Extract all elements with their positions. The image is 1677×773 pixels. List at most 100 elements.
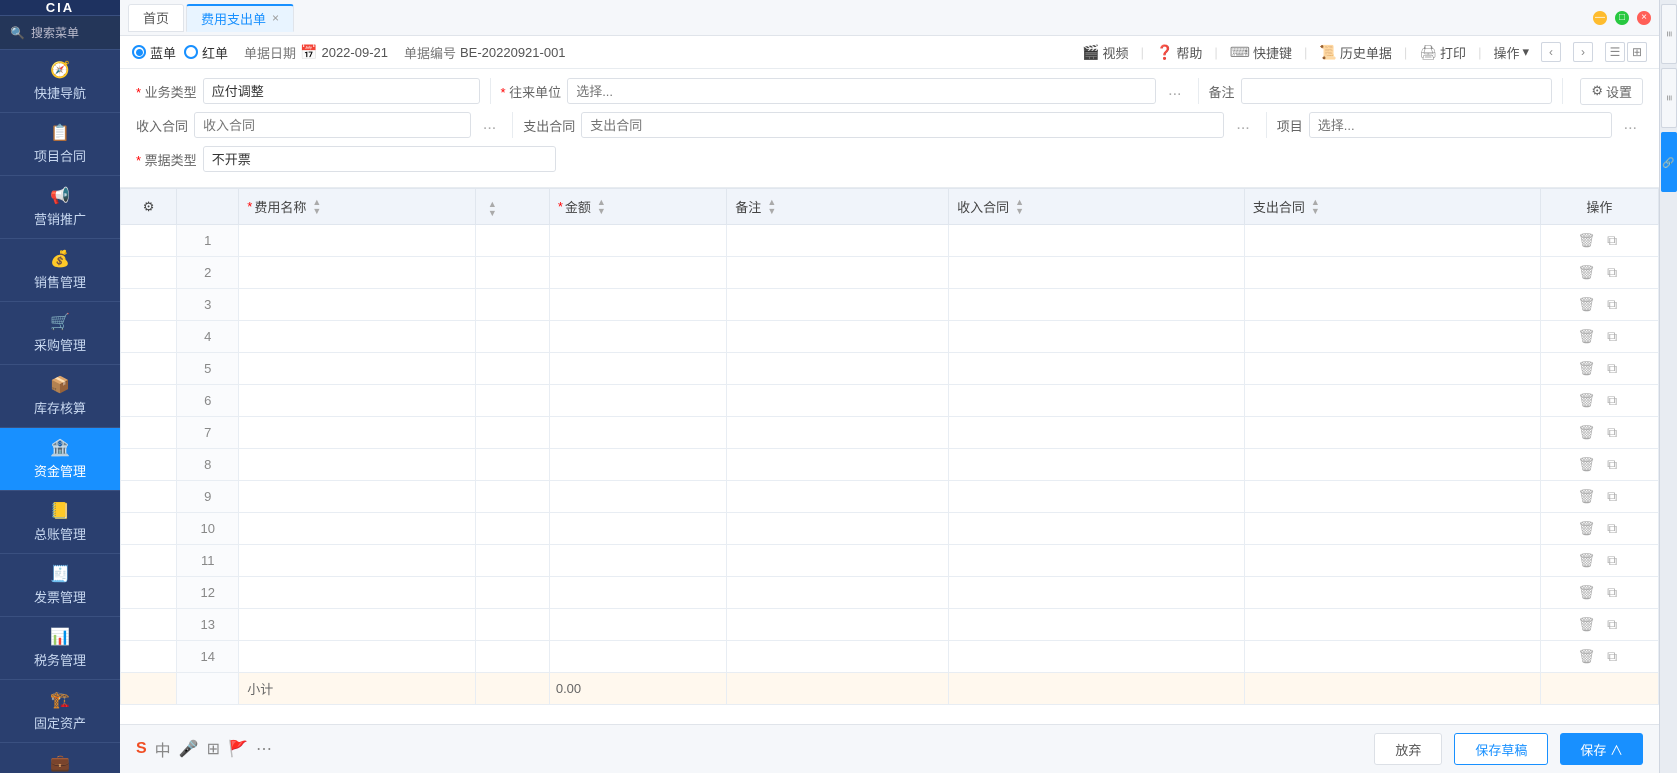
delete-row-icon[interactable]: 🗑: [1576, 518, 1598, 540]
row-expense-contract[interactable]: [1244, 225, 1540, 257]
table-row[interactable]: 12 🗑 ⧉: [121, 577, 1659, 609]
row-remark[interactable]: [727, 257, 949, 289]
row-expense-name[interactable]: [239, 449, 476, 481]
table-row[interactable]: 11 🗑 ⧉: [121, 545, 1659, 577]
row-remark[interactable]: [727, 353, 949, 385]
row-income-contract[interactable]: [949, 577, 1245, 609]
row-amount[interactable]: [549, 641, 726, 673]
row-expense-contract[interactable]: [1244, 449, 1540, 481]
row-amount[interactable]: [549, 545, 726, 577]
row-expense-name[interactable]: [239, 481, 476, 513]
right-tab-1[interactable]: ≡: [1661, 4, 1677, 64]
help-button[interactable]: ❓ 帮助: [1156, 43, 1202, 62]
delete-row-icon[interactable]: 🗑: [1576, 422, 1598, 444]
copy-row-icon[interactable]: ⧉: [1601, 230, 1623, 252]
mic-icon[interactable]: 🎤: [179, 739, 199, 759]
delete-row-icon[interactable]: 🗑: [1576, 486, 1598, 508]
row-expense-contract[interactable]: [1244, 257, 1540, 289]
partner-input[interactable]: [567, 78, 1156, 104]
list-view-button[interactable]: ☰: [1605, 42, 1625, 62]
right-tab-3[interactable]: 🔗: [1661, 132, 1677, 192]
grid-view-button[interactable]: ⊞: [1627, 42, 1647, 62]
col-sort-header[interactable]: ▲ ▼: [475, 189, 549, 225]
copy-row-icon[interactable]: ⧉: [1601, 422, 1623, 444]
row-expense-contract[interactable]: [1244, 417, 1540, 449]
row-expense-contract[interactable]: [1244, 481, 1540, 513]
row-remark[interactable]: [727, 545, 949, 577]
copy-row-icon[interactable]: ⧉: [1601, 486, 1623, 508]
row-remark[interactable]: [727, 481, 949, 513]
radio-blue-bill[interactable]: 蓝单: [132, 43, 176, 62]
delete-row-icon[interactable]: 🗑: [1576, 262, 1598, 284]
table-row[interactable]: 3 🗑 ⧉: [121, 289, 1659, 321]
row-amount[interactable]: [549, 449, 726, 481]
row-expense-contract[interactable]: [1244, 353, 1540, 385]
table-row[interactable]: 13 🗑 ⧉: [121, 609, 1659, 641]
row-expense-name[interactable]: [239, 641, 476, 673]
row-remark[interactable]: [727, 225, 949, 257]
row-amount[interactable]: [549, 577, 726, 609]
row-expense-name[interactable]: [239, 545, 476, 577]
copy-row-icon[interactable]: ⧉: [1601, 294, 1623, 316]
expense-contract-input[interactable]: [581, 112, 1224, 138]
col-income-contract-header[interactable]: 收入合同 ▲ ▼: [949, 189, 1245, 225]
sidebar-item-invoice[interactable]: 🧾 发票管理: [0, 554, 120, 617]
delete-row-icon[interactable]: 🗑: [1576, 614, 1598, 636]
row-remark[interactable]: [727, 417, 949, 449]
table-row[interactable]: 14 🗑 ⧉: [121, 641, 1659, 673]
project-dots-button[interactable]: ...: [1618, 116, 1643, 134]
delete-row-icon[interactable]: 🗑: [1576, 646, 1598, 668]
video-button[interactable]: 🎬 视频: [1082, 43, 1128, 62]
sidebar-item-fixed-assets[interactable]: 🏗️ 固定资产: [0, 680, 120, 743]
row-income-contract[interactable]: [949, 449, 1245, 481]
delete-row-icon[interactable]: 🗑: [1576, 550, 1598, 572]
col-settings-header[interactable]: ⚙: [121, 189, 177, 225]
business-type-select[interactable]: 应付调整: [203, 78, 480, 104]
row-expense-name[interactable]: [239, 513, 476, 545]
row-income-contract[interactable]: [949, 609, 1245, 641]
row-expense-name[interactable]: [239, 257, 476, 289]
sidebar-item-ledger[interactable]: 📒 总账管理: [0, 491, 120, 554]
delete-row-icon[interactable]: 🗑: [1576, 294, 1598, 316]
sidebar-search[interactable]: 🔍 搜索菜单: [0, 16, 120, 50]
table-row[interactable]: 2 🗑 ⧉: [121, 257, 1659, 289]
copy-row-icon[interactable]: ⧉: [1601, 390, 1623, 412]
copy-row-icon[interactable]: ⧉: [1601, 262, 1623, 284]
row-expense-name[interactable]: [239, 609, 476, 641]
copy-row-icon[interactable]: ⧉: [1601, 454, 1623, 476]
shortcut-button[interactable]: ⌨ 快捷键: [1230, 43, 1292, 62]
table-row[interactable]: 7 🗑 ⧉: [121, 417, 1659, 449]
table-row[interactable]: 10 🗑 ⧉: [121, 513, 1659, 545]
next-button[interactable]: ›: [1573, 42, 1593, 62]
row-income-contract[interactable]: [949, 353, 1245, 385]
flag-icon[interactable]: 🚩: [228, 739, 248, 759]
table-row[interactable]: 5 🗑 ⧉: [121, 353, 1659, 385]
col-expense-contract-header[interactable]: 支出合同 ▲ ▼: [1244, 189, 1540, 225]
table-row[interactable]: 4 🗑 ⧉: [121, 321, 1659, 353]
row-amount[interactable]: [549, 513, 726, 545]
delete-row-icon[interactable]: 🗑: [1576, 358, 1598, 380]
row-expense-contract[interactable]: [1244, 513, 1540, 545]
row-remark[interactable]: [727, 289, 949, 321]
radio-red-bill[interactable]: 红单: [184, 43, 228, 62]
row-income-contract[interactable]: [949, 481, 1245, 513]
table-row[interactable]: 6 🗑 ⧉: [121, 385, 1659, 417]
row-income-contract[interactable]: [949, 225, 1245, 257]
delete-row-icon[interactable]: 🗑: [1576, 326, 1598, 348]
tab-close-icon[interactable]: ×: [272, 11, 279, 25]
print-button[interactable]: 🖨 打印: [1419, 43, 1466, 62]
row-remark[interactable]: [727, 641, 949, 673]
zhong-icon[interactable]: 中: [155, 737, 171, 761]
operation-button[interactable]: 操作 ▾: [1493, 43, 1529, 62]
row-expense-contract[interactable]: [1244, 577, 1540, 609]
delete-row-icon[interactable]: 🗑: [1576, 230, 1598, 252]
expense-name-sort[interactable]: ▲ ▼: [312, 198, 321, 216]
row-expense-contract[interactable]: [1244, 641, 1540, 673]
table-row[interactable]: 1 🗑 ⧉: [121, 225, 1659, 257]
row-amount[interactable]: [549, 225, 726, 257]
row-amount[interactable]: [549, 609, 726, 641]
remark-input[interactable]: [1241, 78, 1552, 104]
copy-row-icon[interactable]: ⧉: [1601, 646, 1623, 668]
grid-icon[interactable]: ⋯: [256, 739, 272, 759]
expense-contract-sort[interactable]: ▲ ▼: [1311, 198, 1320, 216]
